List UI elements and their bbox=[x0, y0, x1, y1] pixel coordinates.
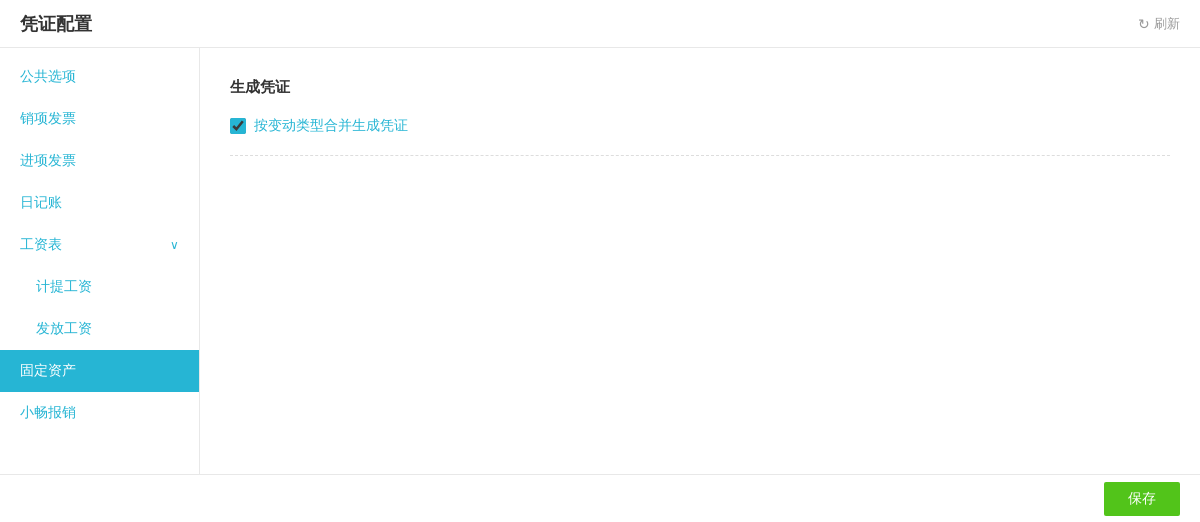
divider bbox=[230, 155, 1170, 156]
sidebar: 公共选项销项发票进项发票日记账工资表 ∨ 计提工资发放工资固定资产小畅报销 bbox=[0, 48, 200, 474]
merge-checkbox-label[interactable]: 按变动类型合并生成凭证 bbox=[254, 117, 408, 135]
sidebar-item-sales-invoice[interactable]: 销项发票 bbox=[0, 98, 199, 140]
content-area: 公共选项销项发票进项发票日记账工资表 ∨ 计提工资发放工资固定资产小畅报销 生成凭证… bbox=[0, 48, 1200, 474]
sidebar-item-calc-salary[interactable]: 计提工资 bbox=[0, 266, 199, 308]
merge-checkbox[interactable] bbox=[230, 118, 246, 134]
sidebar-item-purchase-invoice[interactable]: 进项发票 bbox=[0, 140, 199, 182]
sidebar-item-pay-salary[interactable]: 发放工资 bbox=[0, 308, 199, 350]
sidebar-item-label: 进项发票 bbox=[20, 152, 76, 170]
footer-bar: 保存 bbox=[0, 474, 1200, 522]
sidebar-item-public[interactable]: 公共选项 bbox=[0, 56, 199, 98]
sidebar-item-fixed-assets[interactable]: 固定资产 bbox=[0, 350, 199, 392]
refresh-button[interactable]: ↻ 刷新 bbox=[1138, 15, 1180, 33]
section-title: 生成凭证 bbox=[230, 78, 1170, 97]
checkbox-row: 按变动类型合并生成凭证 bbox=[230, 117, 1170, 135]
sidebar-item-label: 发放工资 bbox=[36, 320, 92, 338]
sidebar-item-label: 日记账 bbox=[20, 194, 62, 212]
sidebar-item-label: 销项发票 bbox=[20, 110, 76, 128]
sidebar-item-label: 计提工资 bbox=[36, 278, 92, 296]
sidebar-item-label: 固定资产 bbox=[20, 362, 76, 380]
sidebar-item-expense[interactable]: 小畅报销 bbox=[0, 392, 199, 434]
refresh-icon: ↻ bbox=[1138, 16, 1150, 32]
page-header: 凭证配置 ↻ 刷新 bbox=[0, 0, 1200, 48]
sidebar-item-payroll[interactable]: 工资表 ∨ bbox=[0, 224, 199, 266]
sidebar-item-label: 工资表 bbox=[20, 236, 62, 254]
chevron-down-icon: ∨ bbox=[170, 238, 179, 252]
sidebar-item-label: 公共选项 bbox=[20, 68, 76, 86]
save-button[interactable]: 保存 bbox=[1104, 482, 1180, 516]
main-content: 生成凭证 按变动类型合并生成凭证 bbox=[200, 48, 1200, 474]
refresh-label: 刷新 bbox=[1154, 15, 1180, 33]
sidebar-item-journal[interactable]: 日记账 bbox=[0, 182, 199, 224]
sidebar-item-label: 小畅报销 bbox=[20, 404, 76, 422]
page-title: 凭证配置 bbox=[20, 12, 92, 36]
